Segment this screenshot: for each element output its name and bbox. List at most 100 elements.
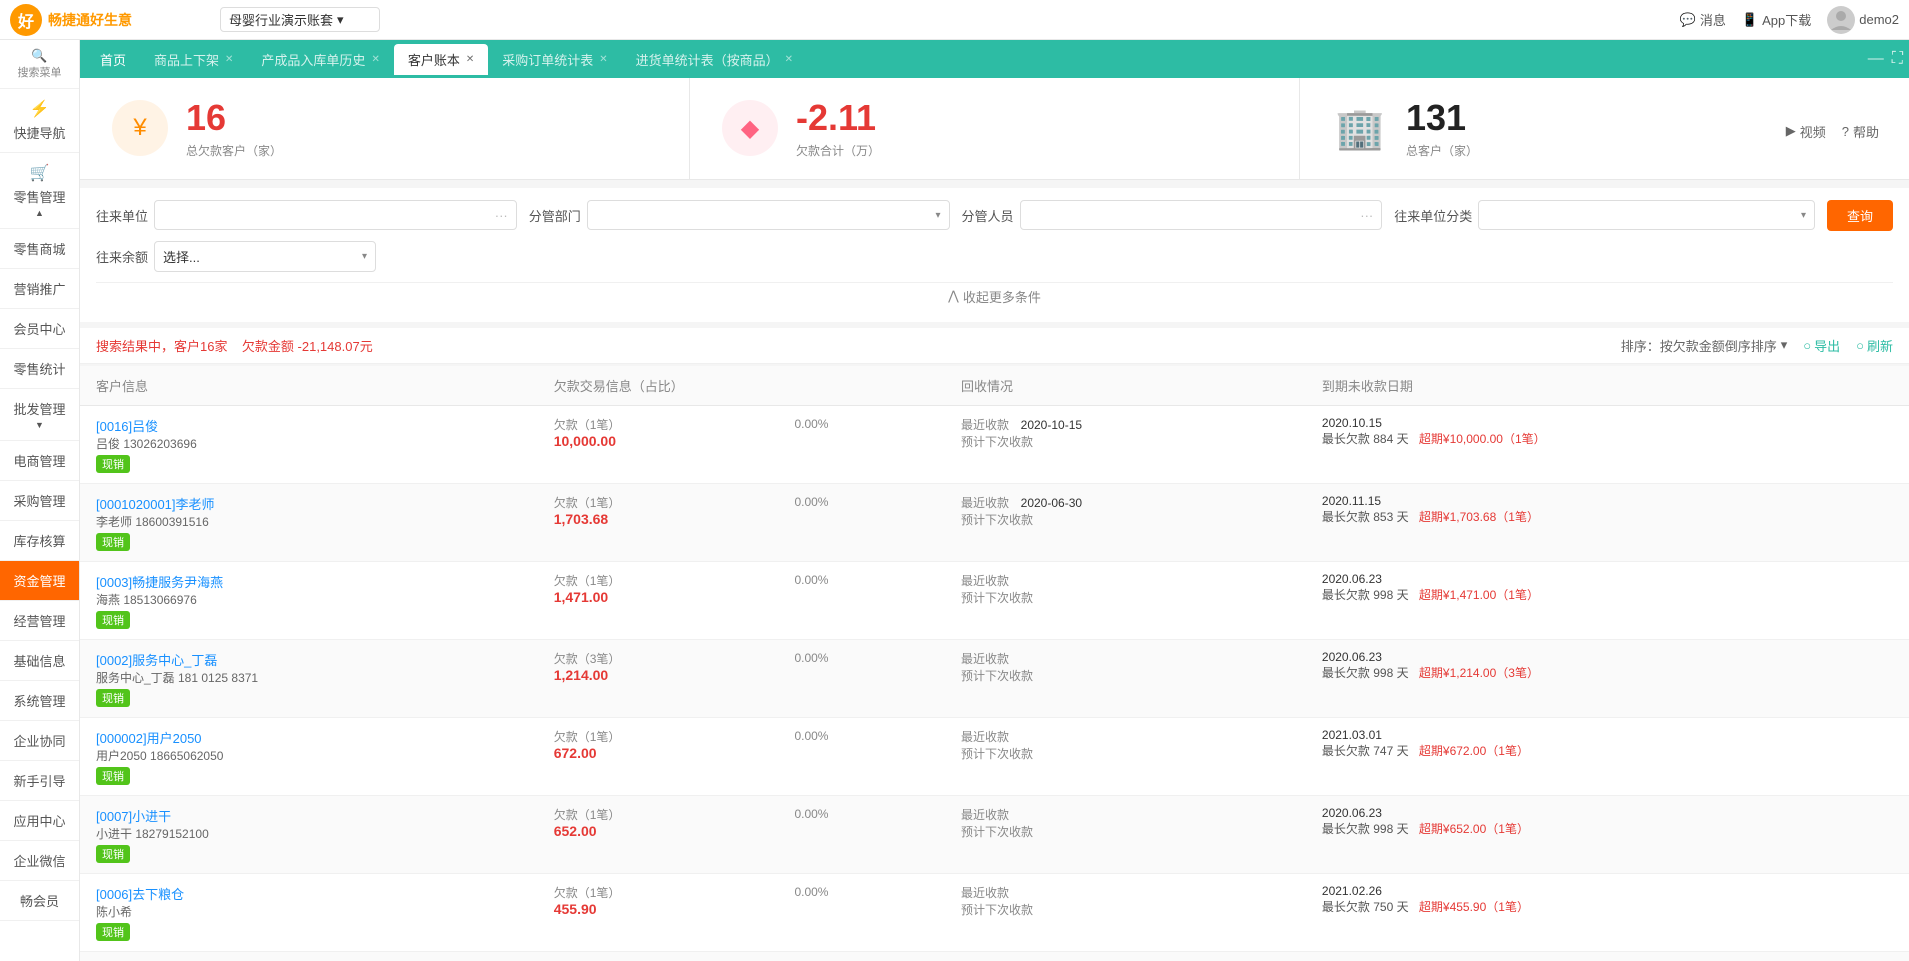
user-menu-button[interactable]: demo2	[1827, 6, 1899, 34]
sidebar-item-app-center[interactable]: 应用中心	[0, 801, 79, 841]
customer-info-cell: [000001]黄思源 黄思源 13552700226 现销	[80, 951, 538, 961]
customer-name[interactable]: [0006]去下粮仓	[96, 884, 522, 903]
tab-expand-icon[interactable]: ⛶	[1892, 50, 1903, 68]
stat-card-debt: ◆ -2.11 欠款合计（万）	[690, 78, 1300, 179]
store-selector[interactable]: 母婴行业演示账套 ▾	[220, 7, 380, 32]
tab-inbound-stats[interactable]: 进货单统计表（按商品） ✕	[622, 44, 807, 75]
th-debt: 欠款交易信息（占比）	[538, 366, 945, 406]
debt-amount[interactable]: 1,214.00	[554, 667, 755, 683]
sidebar-item-ecommerce[interactable]: 电商管理	[0, 441, 79, 481]
sidebar-item-finance[interactable]: 资金管理	[0, 561, 79, 601]
refresh-icon: ○	[1856, 338, 1864, 353]
sidebar-item-inventory[interactable]: 库存核算	[0, 521, 79, 561]
sidebar-item-marketing[interactable]: 营销推广	[0, 269, 79, 309]
overdue-link[interactable]: 超期¥652.00（1笔）	[1419, 822, 1529, 836]
table-header-row: 客户信息 欠款交易信息（占比） 回收情况 到期未收款日期	[80, 366, 1909, 406]
debt-label: 欠款（1笔）	[554, 494, 755, 511]
overdue-link[interactable]: 超期¥672.00（1笔）	[1419, 744, 1529, 758]
filter-select-dept[interactable]: ▾	[587, 200, 950, 230]
debt-amount[interactable]: 672.00	[554, 745, 755, 761]
message-icon: 💬	[1680, 12, 1696, 28]
overdue-link[interactable]: 超期¥1,703.68（1笔）	[1419, 510, 1539, 524]
tab-minimize-icon[interactable]: —	[1868, 50, 1884, 68]
refresh-button[interactable]: ○ 刷新	[1856, 336, 1893, 355]
sidebar-item-retail-mgmt[interactable]: 🛒 零售管理 ▲	[0, 153, 79, 229]
customer-info-cell: [0016]吕俊 吕俊 13026203696 现销	[80, 405, 538, 483]
collection-cell: 最近收款 预计下次收款	[945, 795, 1306, 873]
sidebar-search[interactable]: 🔍 搜索菜单	[0, 40, 79, 89]
sort-label: 排序：按欠款金额倒序排序	[1621, 336, 1777, 355]
stat-number-debt: -2.11	[796, 98, 880, 138]
sidebar-item-retail-stats[interactable]: 零售统计	[0, 349, 79, 389]
table-row: [0003]畅捷服务尹海燕 海燕 18513066976 现销 欠款（1笔） 1…	[80, 561, 1909, 639]
collapse-button[interactable]: ⋀ 收起更多条件	[96, 282, 1893, 310]
due-date-value: 2020.06.23	[1322, 650, 1893, 664]
debt-amount[interactable]: 1,703.68	[554, 511, 755, 527]
debt-amount[interactable]: 1,471.00	[554, 589, 755, 605]
sidebar-item-member-plus[interactable]: 畅会员	[0, 881, 79, 921]
sidebar-item-wechat[interactable]: 企业微信	[0, 841, 79, 881]
tab-close-purchase[interactable]: ✕	[599, 54, 607, 65]
due-date-value: 2020.06.23	[1322, 806, 1893, 820]
customer-name[interactable]: [0016]吕俊	[96, 416, 522, 435]
sort-select[interactable]: 排序：按欠款金额倒序排序 ▾	[1621, 336, 1788, 355]
stat-icon-building: 🏢	[1330, 98, 1390, 158]
sidebar-item-quick-nav[interactable]: ⚡ 快捷导航	[0, 89, 79, 153]
overdue-link[interactable]: 超期¥1,214.00（3笔）	[1419, 666, 1539, 680]
sidebar-item-member[interactable]: 会员中心	[0, 309, 79, 349]
tab-close-product-listing[interactable]: ✕	[225, 54, 233, 65]
search-icon: 🔍	[31, 48, 47, 63]
message-button[interactable]: 💬 消息	[1680, 10, 1726, 29]
debt-pct: 0.00%	[794, 417, 828, 431]
customer-name[interactable]: [0007]小进干	[96, 806, 522, 825]
overdue-link[interactable]: 超期¥10,000.00（1笔）	[1419, 432, 1546, 446]
search-button[interactable]: 查询	[1827, 200, 1893, 231]
export-button[interactable]: ○ 导出	[1803, 336, 1840, 355]
sidebar-item-guide[interactable]: 新手引导	[0, 761, 79, 801]
results-bar: 搜索结果中，客户16家 欠款金额 -21,148.07元 排序：按欠款金额倒序排…	[80, 328, 1909, 364]
overdue-info: 最长欠款 998 天 超期¥652.00（1笔）	[1322, 820, 1893, 837]
tab-production-history[interactable]: 产成品入库单历史 ✕	[247, 44, 393, 75]
sidebar-item-retail-mall[interactable]: 零售商城	[0, 229, 79, 269]
sidebar-item-enterprise[interactable]: 企业协同	[0, 721, 79, 761]
tab-purchase-stats[interactable]: 采购订单统计表 ✕	[488, 44, 621, 75]
filter-label-unit: 往来单位	[96, 206, 148, 225]
sidebar-item-operations[interactable]: 经营管理	[0, 601, 79, 641]
filter-input-unit[interactable]: ···	[154, 200, 517, 230]
filter-input-person[interactable]: ···	[1020, 200, 1383, 230]
tab-home[interactable]: 首页	[86, 44, 140, 75]
debt-pct: 0.00%	[794, 885, 828, 899]
sidebar-item-purchase[interactable]: 采购管理	[0, 481, 79, 521]
debt-amount[interactable]: 455.90	[554, 901, 755, 917]
next-collection-label: 预计下次收款	[961, 901, 1290, 918]
filter-select-category[interactable]: ▾	[1478, 200, 1815, 230]
tab-customer-account[interactable]: 客户账本 ✕	[394, 44, 488, 75]
tab-close-customer[interactable]: ✕	[466, 54, 474, 65]
next-collection-label: 预计下次收款	[961, 823, 1290, 840]
sidebar-item-wholesale[interactable]: 批发管理 ▼	[0, 389, 79, 441]
overdue-link[interactable]: 超期¥1,471.00（1笔）	[1419, 588, 1539, 602]
customer-name[interactable]: [000002]用户2050	[96, 728, 522, 747]
debt-pct-cell: 0.00%	[770, 561, 945, 639]
customer-badge: 现销	[96, 455, 130, 473]
filter-select-balance[interactable]: 选择... ▾	[154, 241, 376, 272]
tab-close-inbound[interactable]: ✕	[785, 54, 793, 65]
customer-name[interactable]: [0001020001]李老师	[96, 494, 522, 513]
tab-close-production[interactable]: ✕	[371, 54, 379, 65]
debt-amount[interactable]: 652.00	[554, 823, 755, 839]
stat-card-customers: ¥ 16 总欠款客户（家）	[80, 78, 690, 179]
customer-name[interactable]: [0002]服务中心_丁磊	[96, 650, 522, 669]
collapse-icon: ⋀	[948, 288, 959, 304]
help-button[interactable]: ? 帮助	[1842, 122, 1879, 141]
overdue-link[interactable]: 超期¥455.90（1笔）	[1419, 900, 1529, 914]
tab-product-listing[interactable]: 商品上下架 ✕	[140, 44, 247, 75]
latest-collection-label: 最近收款 2020-06-30	[961, 494, 1290, 511]
chevron-down-icon: ▾	[337, 12, 344, 28]
app-download-button[interactable]: 📱 App下载	[1742, 10, 1811, 29]
customer-name[interactable]: [0003]畅捷服务尹海燕	[96, 572, 522, 591]
debt-amount[interactable]: 10,000.00	[554, 433, 755, 449]
sidebar: 🔍 搜索菜单 ⚡ 快捷导航 🛒 零售管理 ▲ 零售商城 营销推广 会员中心	[0, 40, 80, 961]
sidebar-item-system[interactable]: 系统管理	[0, 681, 79, 721]
video-button[interactable]: ▶ 视频	[1786, 122, 1826, 141]
sidebar-item-basic-info[interactable]: 基础信息	[0, 641, 79, 681]
